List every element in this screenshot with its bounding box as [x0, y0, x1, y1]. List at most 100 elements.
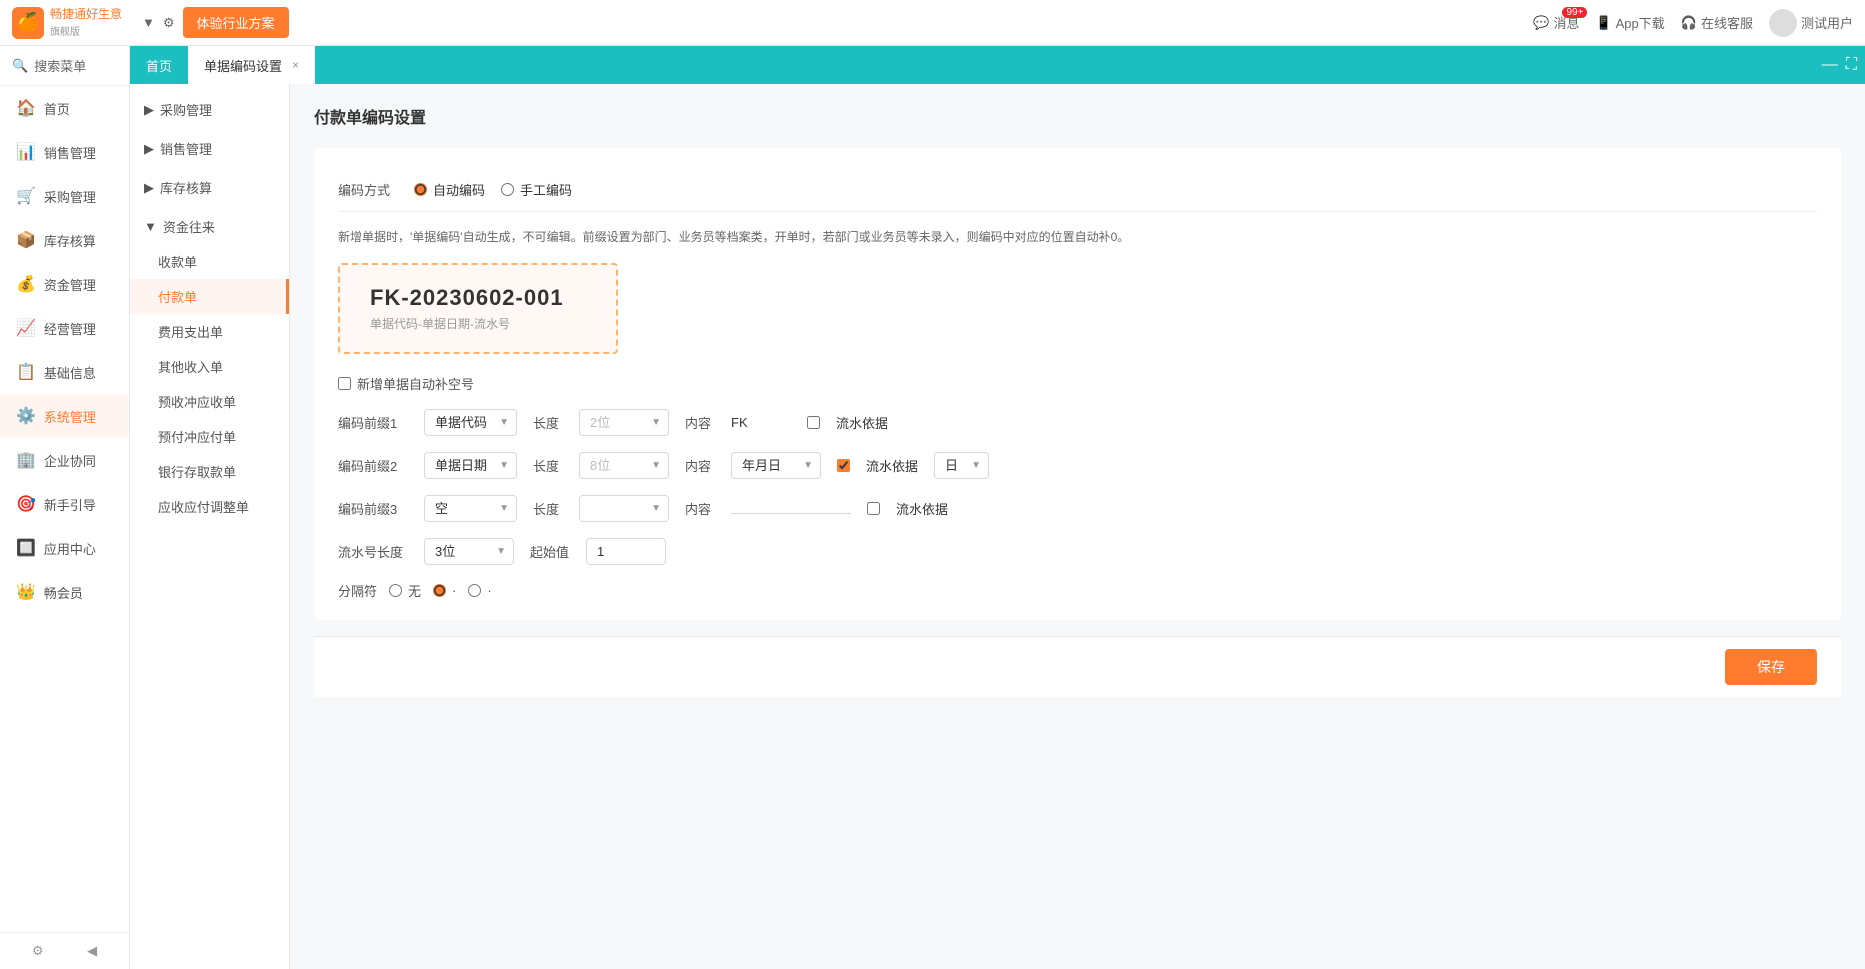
sub-sidebar-item-other-income[interactable]: 其他收入单: [130, 349, 289, 384]
encoding-radio-group: 自动编码 手工编码: [414, 180, 572, 199]
sidebar-nav: 🏠 首页 📊 销售管理 🛒 采购管理 📦 库存核算 💰 资金管理 📈 经: [0, 86, 129, 932]
sub-sidebar-item-receipt[interactable]: 收款单: [130, 244, 289, 279]
prefix1-select[interactable]: 单据代码 单据日期 部门 业务员 空: [424, 409, 517, 436]
settings-icon[interactable]: ⚙: [163, 15, 175, 31]
sub-sidebar-inventory-header[interactable]: ▶ 库存核算: [130, 170, 289, 205]
sales-icon: 📊: [16, 142, 36, 162]
sub-sidebar-purchase-header[interactable]: ▶ 采购管理: [130, 92, 289, 127]
prefix3-label: 编码前缀3: [338, 499, 408, 518]
tab-encode-settings[interactable]: 单据编码设置 ×: [188, 46, 315, 84]
tabbar-minimize-icon[interactable]: —: [1822, 56, 1838, 74]
sidebar-item-sales[interactable]: 📊 销售管理: [0, 130, 129, 174]
topbar-right: 💬 消息 99+ 📱 App下载 🎧 在线客服 测试用户: [1533, 9, 1853, 37]
user-avatar[interactable]: 测试用户: [1769, 9, 1853, 37]
main: 首页 单据编码设置 × — ⛶ ▶ 采购管理: [130, 46, 1865, 969]
sub-sidebar-item-prepay-receivable[interactable]: 预收冲应收单: [130, 384, 289, 419]
start-value-input[interactable]: [586, 538, 666, 565]
sidebar-item-inventory[interactable]: 📦 库存核算: [0, 218, 129, 262]
length3-select[interactable]: [579, 495, 669, 522]
sidebar-collapse-icon[interactable]: ◀: [87, 943, 97, 959]
content2-label: 内容: [685, 456, 715, 475]
encoding-type-label: 编码方式: [338, 180, 390, 199]
finance-icon: 💰: [16, 274, 36, 294]
length1-select[interactable]: 2位 4位 6位 8位: [579, 409, 669, 436]
online-service-button[interactable]: 🎧 在线客服: [1681, 13, 1753, 32]
tabbar-maximize-icon[interactable]: ⛶: [1846, 56, 1857, 74]
prefix2-select[interactable]: 单据代码 单据日期 部门 业务员 空: [424, 452, 517, 479]
tab-close-icon[interactable]: ×: [292, 58, 299, 72]
messages-button[interactable]: 💬 消息 99+: [1533, 13, 1579, 32]
sidebar-item-member[interactable]: 👑 畅会员: [0, 570, 129, 614]
separator-dot2-radio[interactable]: [468, 584, 481, 597]
sidebar-bottom: ⚙ ◀: [0, 932, 129, 969]
sidebar-item-enterprise[interactable]: 🏢 企业协同: [0, 438, 129, 482]
tab-home[interactable]: 首页: [130, 46, 188, 84]
sub-sidebar-item-ar-ap-adjust[interactable]: 应收应付调整单: [130, 489, 289, 524]
chevron-right-icon: ▶: [144, 102, 154, 118]
manual-encode-option[interactable]: 手工编码: [501, 180, 572, 199]
prefix1-label: 编码前缀1: [338, 413, 408, 432]
separator-none-radio[interactable]: [389, 584, 402, 597]
sidebar-settings-icon[interactable]: ⚙: [32, 943, 44, 959]
sidebar-item-operation[interactable]: 📈 经营管理: [0, 306, 129, 350]
sidebar-item-guide[interactable]: 🎯 新手引导: [0, 482, 129, 526]
auto-fill-checkbox[interactable]: [338, 377, 351, 390]
enterprise-icon: 🏢: [16, 450, 36, 470]
sidebar-item-purchase[interactable]: 🛒 采购管理: [0, 174, 129, 218]
prefix3-select-wrap: 单据代码 单据日期 部门 业务员 空 ▼: [424, 495, 517, 522]
separator-dot-option[interactable]: ·: [433, 583, 456, 598]
inventory-icon: 📦: [16, 230, 36, 250]
message-icon: 💬: [1533, 15, 1549, 31]
sub-sidebar-group-purchase: ▶ 采购管理: [130, 92, 289, 127]
stream1-checkbox[interactable]: [807, 416, 820, 429]
stream2-day-select[interactable]: 日 月 年: [934, 452, 989, 479]
start-value-label: 起始值: [530, 542, 570, 561]
separator-dot2-option[interactable]: ·: [468, 583, 491, 598]
search-icon: 🔍: [12, 58, 28, 74]
sub-sidebar-item-prepay-payable[interactable]: 预付冲应付单: [130, 419, 289, 454]
topbar: 🍊 畅捷通好生意 旗舰版 ▼ ⚙ 体验行业方案 💬 消息 99+ 📱 App下载…: [0, 0, 1865, 46]
length2-select[interactable]: 2位 4位 6位 8位: [579, 452, 669, 479]
stream3-label: 流水依据: [896, 499, 948, 518]
sub-sidebar-item-bank-deposit[interactable]: 银行存取款单: [130, 454, 289, 489]
content-area: ▶ 采购管理 ▶ 销售管理 ▶ 库存核算: [130, 84, 1865, 969]
topbar-dropdown[interactable]: ▼: [142, 15, 155, 30]
search-menu[interactable]: 🔍 搜索菜单: [0, 46, 129, 86]
prefix3-select[interactable]: 单据代码 单据日期 部门 业务员 空: [424, 495, 517, 522]
home-icon: 🏠: [16, 98, 36, 118]
demo-button[interactable]: 体验行业方案: [183, 7, 289, 38]
serial-length-select-wrap: 2位 3位 4位 5位 ▼: [424, 538, 514, 565]
sidebar-item-home[interactable]: 🏠 首页: [0, 86, 129, 130]
separator-dot-radio[interactable]: [433, 584, 446, 597]
code-preview-sub: 单据代码-单据日期-流水号: [370, 315, 586, 332]
content3-value: [731, 503, 851, 514]
separator-row: 分隔符 无 · ·: [338, 581, 1817, 600]
member-icon: 👑: [16, 582, 36, 602]
sub-sidebar-item-expense[interactable]: 费用支出单: [130, 314, 289, 349]
length3-label: 长度: [533, 499, 563, 518]
auto-encode-radio[interactable]: [414, 183, 427, 196]
chevron-down-icon: ▼: [144, 219, 157, 234]
separator-none-option[interactable]: 无: [389, 581, 421, 600]
sidebar-item-system[interactable]: ⚙️ 系统管理: [0, 394, 129, 438]
page-title: 付款单编码设置: [314, 104, 1841, 128]
logo: 🍊 畅捷通好生意 旗舰版: [12, 7, 142, 39]
sub-sidebar-capital-header[interactable]: ▼ 资金往来: [130, 209, 289, 244]
manual-encode-radio[interactable]: [501, 183, 514, 196]
content2-select[interactable]: 年月日 年月 年: [731, 452, 821, 479]
sub-sidebar-group-inventory: ▶ 库存核算: [130, 170, 289, 205]
content3-label: 内容: [685, 499, 715, 518]
sub-sidebar-item-payment[interactable]: 付款单: [130, 279, 289, 314]
logo-sub: 旗舰版: [50, 23, 122, 38]
serial-length-select[interactable]: 2位 3位 4位 5位: [424, 538, 514, 565]
app-download-button[interactable]: 📱 App下载: [1595, 13, 1664, 32]
stream2-checkbox[interactable]: [837, 459, 850, 472]
save-button[interactable]: 保存: [1725, 649, 1817, 685]
sub-sidebar-sales-header[interactable]: ▶ 销售管理: [130, 131, 289, 166]
stream3-checkbox[interactable]: [867, 502, 880, 515]
encoding-type-row: 编码方式 自动编码 手工编码: [338, 168, 1817, 212]
sidebar-item-finance[interactable]: 💰 资金管理: [0, 262, 129, 306]
auto-encode-option[interactable]: 自动编码: [414, 180, 485, 199]
sidebar-item-basic[interactable]: 📋 基础信息: [0, 350, 129, 394]
sidebar-item-appstore[interactable]: 🔲 应用中心: [0, 526, 129, 570]
